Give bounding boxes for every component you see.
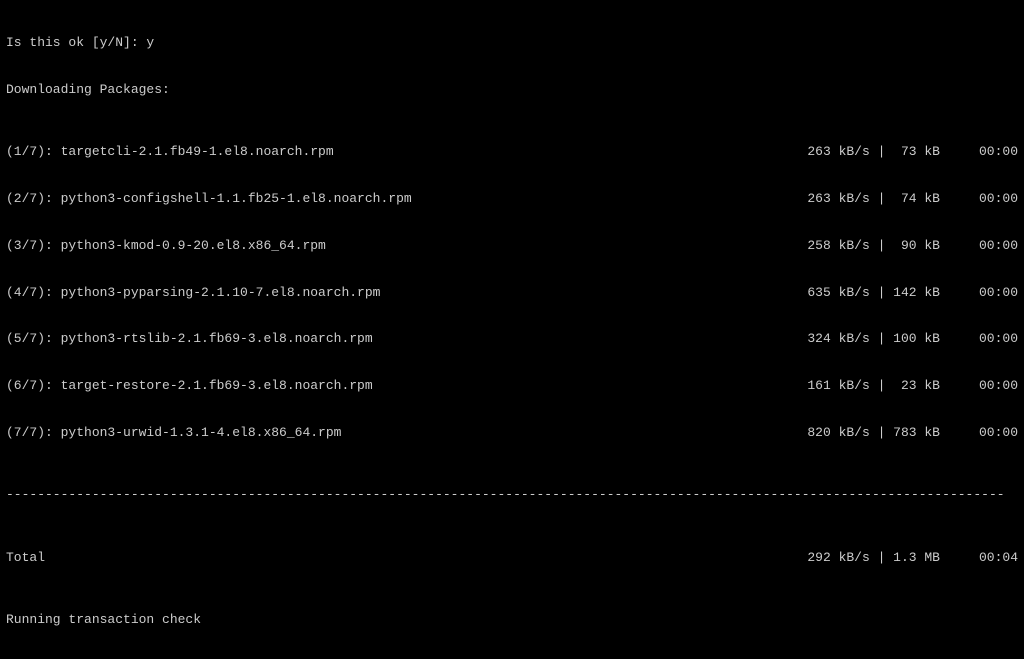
download-name: (3/7): python3-kmod-0.9-20.el8.x86_64.rp… (6, 238, 326, 254)
download-name: (4/7): python3-pyparsing-2.1.10-7.el8.no… (6, 285, 380, 301)
download-stats: 263 kB/s | 74 kB 00:00 (807, 191, 1018, 207)
status-line: Running transaction check (6, 612, 1018, 628)
download-name: (2/7): python3-configshell-1.1.fb25-1.el… (6, 191, 412, 207)
download-row: (3/7): python3-kmod-0.9-20.el8.x86_64.rp… (6, 238, 1018, 254)
download-row: (4/7): python3-pyparsing-2.1.10-7.el8.no… (6, 285, 1018, 301)
download-name: (7/7): python3-urwid-1.3.1-4.el8.x86_64.… (6, 425, 341, 441)
download-name: (6/7): target-restore-2.1.fb69-3.el8.noa… (6, 378, 373, 394)
download-name: (1/7): targetcli-2.1.fb49-1.el8.noarch.r… (6, 144, 334, 160)
download-stats: 635 kB/s | 142 kB 00:00 (807, 285, 1018, 301)
download-row: (6/7): target-restore-2.1.fb69-3.el8.noa… (6, 378, 1018, 394)
download-stats: 258 kB/s | 90 kB 00:00 (807, 238, 1018, 254)
download-row: (7/7): python3-urwid-1.3.1-4.el8.x86_64.… (6, 425, 1018, 441)
download-stats: 324 kB/s | 100 kB 00:00 (807, 331, 1018, 347)
download-row: (5/7): python3-rtslib-2.1.fb69-3.el8.noa… (6, 331, 1018, 347)
download-row: (2/7): python3-configshell-1.1.fb25-1.el… (6, 191, 1018, 207)
download-stats: 263 kB/s | 73 kB 00:00 (807, 144, 1018, 160)
terminal-output[interactable]: Is this ok [y/N]: y Downloading Packages… (0, 0, 1024, 659)
download-stats: 161 kB/s | 23 kB 00:00 (807, 378, 1018, 394)
download-stats: 820 kB/s | 783 kB 00:00 (807, 425, 1018, 441)
separator-line: ----------------------------------------… (6, 487, 1018, 503)
confirm-prompt: Is this ok [y/N]: y (6, 35, 1018, 51)
total-label: Total (6, 550, 45, 566)
total-row: Total 292 kB/s | 1.3 MB 00:04 (6, 550, 1018, 566)
download-name: (5/7): python3-rtslib-2.1.fb69-3.el8.noa… (6, 331, 373, 347)
downloading-header: Downloading Packages: (6, 82, 1018, 98)
total-stats: 292 kB/s | 1.3 MB 00:04 (807, 550, 1018, 566)
download-row: (1/7): targetcli-2.1.fb49-1.el8.noarch.r… (6, 144, 1018, 160)
